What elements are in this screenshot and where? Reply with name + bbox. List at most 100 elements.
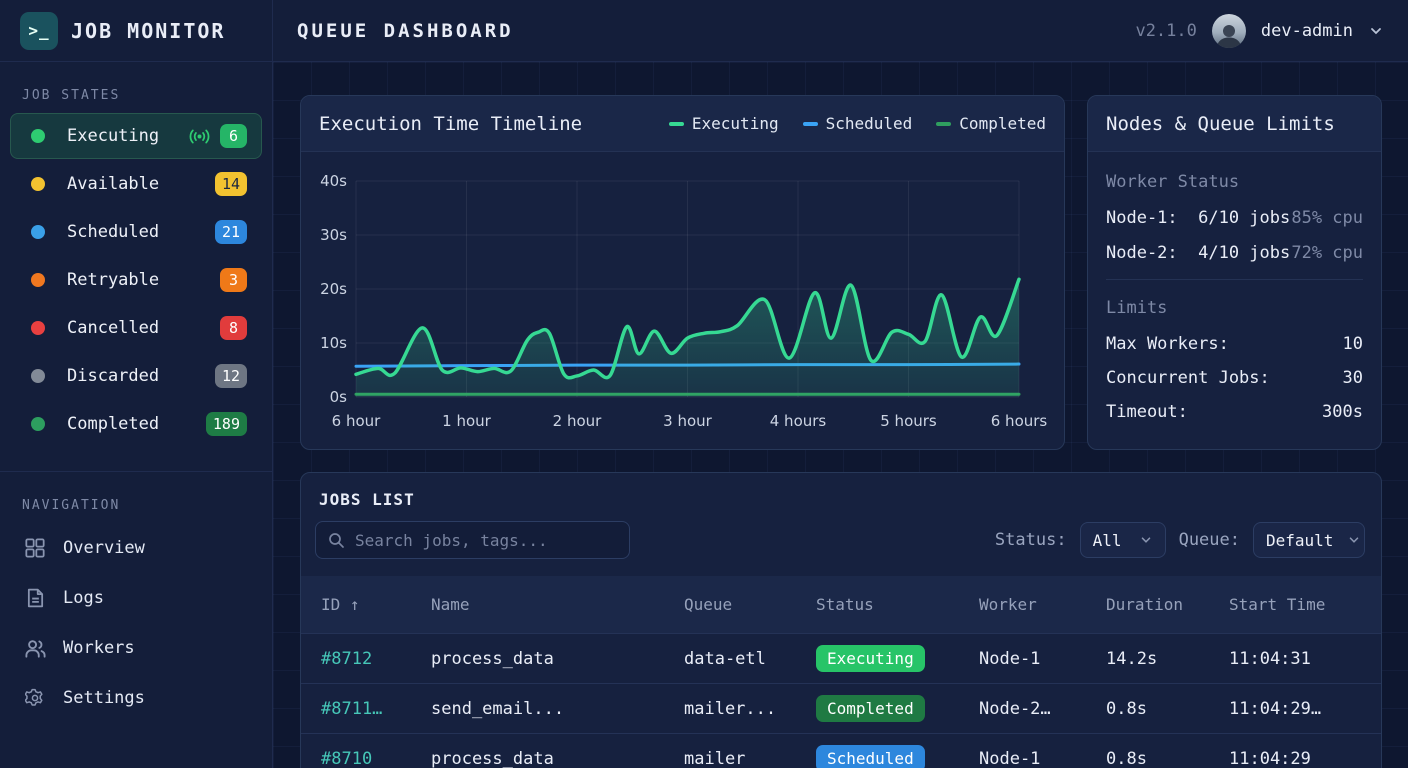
main-area: QUEUE DASHBOARD v2.1.0 dev-admin Executi… [273, 0, 1408, 768]
column-header-id-[interactable]: ID ↑ [321, 595, 431, 614]
x-axis-tick: 1 hour [442, 412, 492, 430]
job-name: process_data [431, 748, 554, 768]
job-status-cell: Scheduled [816, 745, 979, 768]
column-header-duration[interactable]: Duration [1106, 595, 1229, 614]
state-label: Discarded [67, 366, 160, 386]
nodes-limits-card: Nodes & Queue Limits Worker Status Node-… [1087, 95, 1382, 450]
nav-label: Workers [63, 638, 135, 658]
sidebar-state-retryable[interactable]: Retryable 3 [10, 257, 262, 303]
jobs-list-title: JOBS LIST [319, 490, 415, 509]
status-badge: Completed [816, 695, 925, 722]
limit-label: Concurrent Jobs: [1106, 368, 1270, 388]
table-row[interactable]: #8712 process_data data-etl Executing Node-1… [301, 633, 1381, 683]
x-axis-tick: 6 hour [332, 412, 382, 430]
search-input[interactable] [355, 530, 617, 550]
sidebar-item-settings[interactable]: Settings [10, 673, 262, 723]
sidebar-state-available[interactable]: Available 14 [10, 161, 262, 207]
app-root: >_ JOB MONITOR JOB STATES Executing 6 Avai… [0, 0, 1408, 768]
worker-status-row: Node-1: 6/10 jobs 85% cpu [1106, 208, 1363, 228]
column-header-start-time[interactable]: Start Time [1229, 595, 1361, 614]
state-dot-icon [31, 273, 45, 287]
limit-label: Max Workers: [1106, 334, 1229, 354]
state-dot-icon [31, 369, 45, 383]
job-worker: Node-2… [979, 698, 1051, 719]
sidebar-item-logs[interactable]: Logs [10, 573, 262, 623]
state-count-badge: 3 [220, 268, 247, 292]
y-axis-tick: 0s [330, 388, 348, 406]
table-row[interactable]: #8711… send_email... mailer... Completed Nod… [301, 683, 1381, 733]
worker-status-heading: Worker Status [1106, 172, 1240, 192]
limit-value: 30 [1342, 368, 1363, 388]
timeline-card-header: Execution Time Timeline Executing Schedul… [301, 96, 1064, 152]
document-icon [24, 588, 46, 608]
sidebar-item-overview[interactable]: Overview [10, 523, 262, 573]
nodes-card-title: Nodes & Queue Limits [1106, 112, 1335, 135]
timeline-title: Execution Time Timeline [319, 112, 583, 135]
state-count-badge: 189 [205, 412, 247, 436]
column-header-name[interactable]: Name [431, 595, 684, 614]
sidebar-state-discarded[interactable]: Discarded 12 [10, 353, 262, 399]
search-box[interactable] [315, 521, 630, 559]
people-icon [24, 639, 46, 658]
timeline-card: Execution Time Timeline Executing Schedul… [300, 95, 1065, 450]
column-header-queue[interactable]: Queue [684, 595, 816, 614]
chevron-down-icon[interactable] [1368, 23, 1384, 39]
job-id-link[interactable]: #8712 [321, 649, 431, 669]
limits-heading: Limits [1106, 298, 1168, 318]
chart-legend: Executing Scheduled Completed [668, 114, 1046, 133]
job-worker: Node-1 [979, 748, 1041, 768]
y-axis-tick: 30s [320, 226, 347, 244]
table-row[interactable]: #8710 process_data mailer Scheduled Node-1 0.… [301, 733, 1381, 768]
jobs-table-body: #8712 process_data data-etl Executing Node-1… [301, 633, 1381, 768]
node-name: Node-2: 4/10 jobs [1106, 243, 1291, 263]
sidebar-state-scheduled[interactable]: Scheduled 21 [10, 209, 262, 255]
status-filter-label: Status: [994, 530, 1067, 550]
limit-value: 10 [1342, 334, 1363, 354]
page-title: QUEUE DASHBOARD [297, 19, 514, 42]
state-count-badge: 14 [214, 172, 247, 196]
state-dot-icon [31, 177, 45, 191]
legend-label: Completed [959, 114, 1046, 133]
state-label: Executing [67, 126, 160, 146]
column-header-worker[interactable]: Worker [979, 595, 1106, 614]
sidebar-state-completed[interactable]: Completed 189 [10, 401, 262, 447]
state-count-badge: 12 [214, 364, 247, 388]
job-id-link[interactable]: #8710 [321, 749, 431, 768]
column-header-status[interactable]: Status [816, 595, 979, 614]
queue-filter-select[interactable]: Default [1253, 522, 1365, 558]
job-id-link[interactable]: #8711… [321, 699, 431, 719]
nodes-divider [1106, 279, 1363, 280]
dashboard-icon [24, 538, 46, 558]
legend-label: Scheduled [825, 114, 913, 133]
username-label: dev-admin [1260, 20, 1353, 41]
state-label: Retryable [67, 270, 160, 290]
status-filter-select[interactable]: All [1079, 522, 1166, 558]
job-start-time: 11:04:29… [1229, 698, 1322, 719]
state-label: Cancelled [67, 318, 160, 338]
job-duration: 0.8s [1106, 698, 1147, 719]
sidebar-divider [0, 471, 272, 472]
legend-item-completed: Completed [936, 114, 1046, 133]
state-dot-icon [31, 417, 45, 431]
limit-row: Max Workers: 10 [1106, 334, 1363, 354]
chevron-down-icon [1347, 533, 1361, 547]
version-label: v2.1.0 [1135, 20, 1197, 41]
sidebar: >_ JOB MONITOR JOB STATES Executing 6 Avai… [0, 0, 273, 768]
sidebar-state-cancelled[interactable]: Cancelled 8 [10, 305, 262, 351]
sidebar-item-workers[interactable]: Workers [10, 623, 262, 673]
job-worker: Node-1 [979, 648, 1041, 669]
user-avatar[interactable] [1211, 13, 1246, 48]
chevron-down-icon [1139, 533, 1153, 547]
app-title: JOB MONITOR [71, 18, 226, 43]
x-axis-tick: 4 hours [770, 412, 827, 430]
timeline-chart: 0s 10s 20s 30s 40s 6 hour 1 hour 2 hour 3 hour 4 … [320, 172, 1047, 430]
terminal-glyph: >_ [28, 21, 50, 40]
sidebar-state-executing[interactable]: Executing 6 [10, 113, 262, 159]
job-name: send_email... [431, 698, 565, 719]
live-icon [188, 128, 211, 145]
search-icon [328, 532, 345, 549]
status-badge: Scheduled [816, 745, 925, 768]
limits-list: Max Workers: 10 Concurrent Jobs: 30 Timeout:… [1106, 334, 1363, 422]
job-start-time: 11:04:29 [1229, 748, 1311, 768]
nav-label: Logs [63, 588, 104, 608]
